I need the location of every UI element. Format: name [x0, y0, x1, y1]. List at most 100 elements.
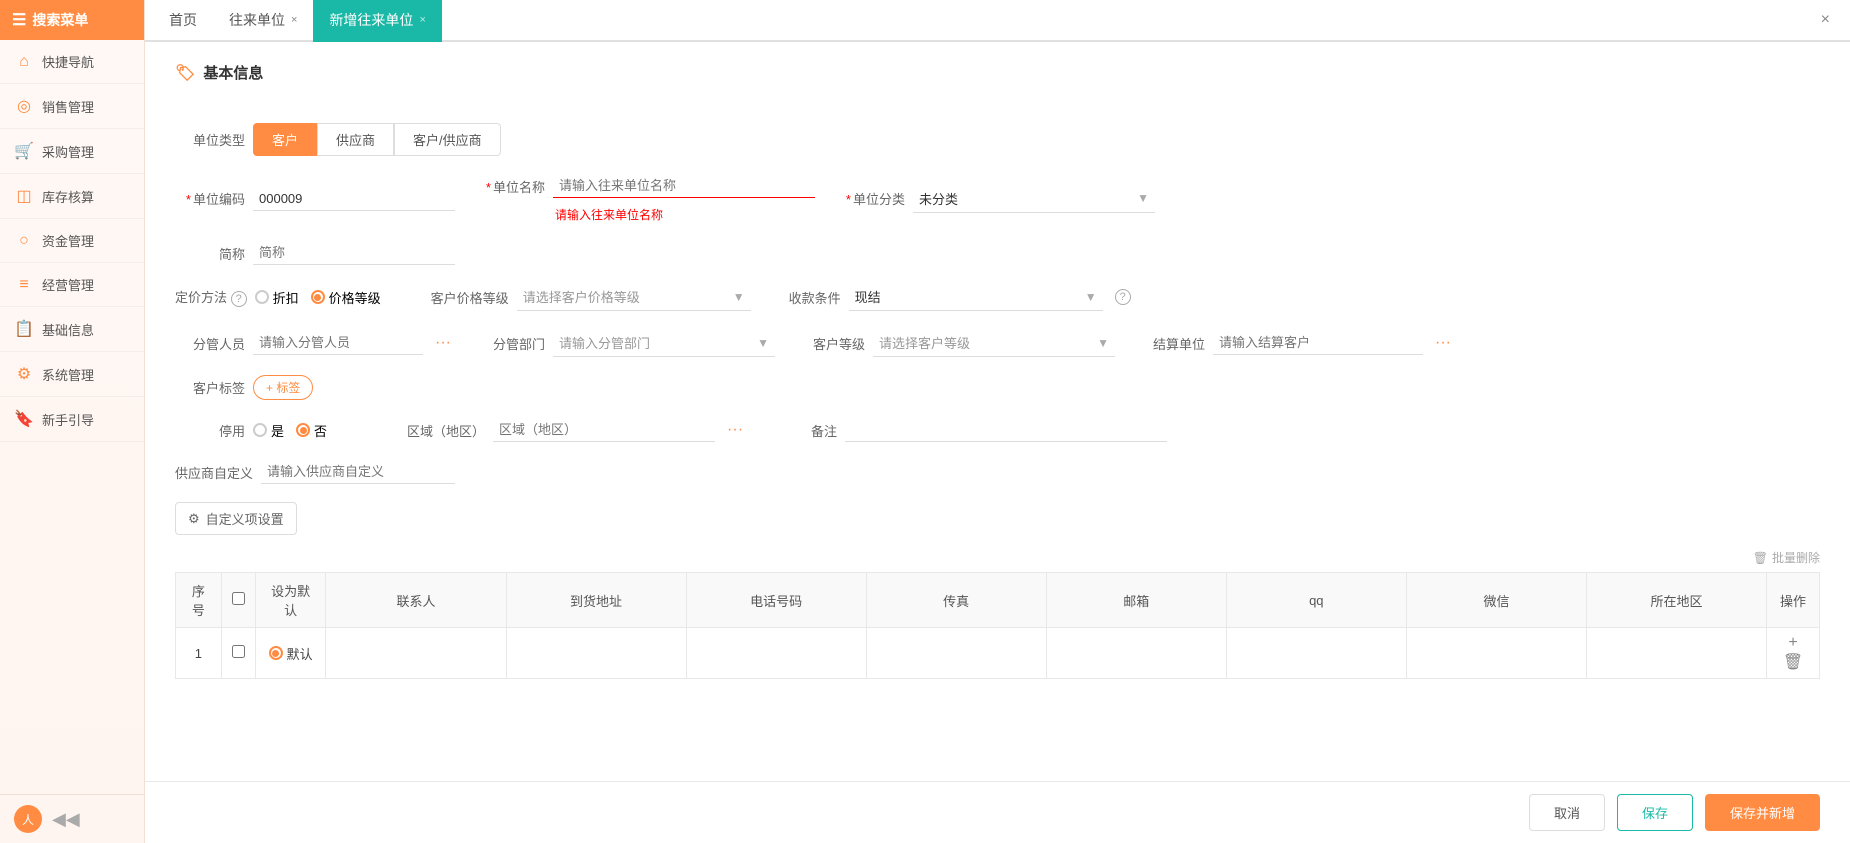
- region-label: 区域（地区）: [407, 421, 485, 440]
- customer-price-level-select[interactable]: 请选择客户价格等级 ▼: [517, 283, 751, 311]
- basic-info-icon: 📋: [14, 319, 34, 339]
- supplier-custom-input[interactable]: [261, 460, 455, 484]
- disabled-yes-label: 是: [271, 421, 284, 440]
- sidebar-item-basic-info[interactable]: 📋 基础信息: [0, 307, 144, 352]
- sidebar-item-purchase[interactable]: 🛒 采购管理: [0, 129, 144, 174]
- qq-input[interactable]: [1237, 646, 1396, 661]
- tab-party-list-close[interactable]: ×: [291, 14, 297, 26]
- sidebar-item-quick-nav[interactable]: ⌂ 快捷导航: [0, 40, 144, 84]
- contact-input[interactable]: [336, 646, 495, 661]
- row-checkbox[interactable]: [232, 645, 245, 658]
- col-wechat: 微信: [1406, 573, 1586, 628]
- type-btn-supplier[interactable]: 供应商: [317, 123, 394, 156]
- cell-region[interactable]: [1586, 628, 1766, 679]
- sidebar-item-inventory[interactable]: ◫ 库存核算: [0, 174, 144, 219]
- sidebar-bottom: 人 ◀◀: [0, 794, 144, 843]
- cell-email[interactable]: [1046, 628, 1226, 679]
- fax-input[interactable]: [877, 646, 1036, 661]
- cell-address[interactable]: [506, 628, 686, 679]
- table-region-input[interactable]: [1597, 646, 1756, 661]
- radio-disabled-no: [296, 423, 310, 437]
- type-btn-both[interactable]: 客户/供应商: [394, 123, 501, 156]
- wechat-input[interactable]: [1417, 646, 1576, 661]
- tag-add-button[interactable]: + 标签: [253, 375, 313, 400]
- custom-settings-button[interactable]: ⚙ 自定义项设置: [175, 502, 297, 535]
- sidebar-item-operations[interactable]: ≡ 经营管理: [0, 263, 144, 307]
- select-all-checkbox[interactable]: [232, 592, 245, 605]
- department-placeholder: 请输入分管部门: [559, 333, 753, 352]
- sidebar-search[interactable]: ☰ 搜索菜单: [0, 0, 144, 40]
- sidebar-item-system[interactable]: ⚙ 系统管理: [0, 352, 144, 397]
- payment-terms-help-icon[interactable]: ?: [1115, 289, 1131, 305]
- pricing-radio-level[interactable]: 价格等级: [311, 288, 381, 307]
- region-more-btn[interactable]: ···: [723, 421, 747, 439]
- chevron-down-icon-3: ▼: [1085, 290, 1097, 304]
- disabled-region-row: 停用 是 否 区域（地区） ···: [175, 418, 1820, 442]
- unit-name-error-msg: 请输入往来单位名称: [555, 208, 663, 222]
- home-icon: ⌂: [14, 53, 34, 71]
- cell-action: + 🗑: [1767, 628, 1820, 679]
- search-icon: ☰: [12, 10, 26, 30]
- tab-new-party-close[interactable]: ×: [419, 14, 425, 26]
- supplier-custom-label: 供应商自定义: [175, 463, 253, 482]
- cell-contact[interactable]: [326, 628, 506, 679]
- sidebar-bottom-extra: ◀◀: [52, 809, 80, 830]
- sidebar-label-inventory: 库存核算: [42, 187, 94, 206]
- customer-tag-row: 客户标签 + 标签: [175, 375, 1820, 400]
- main-area: 首页 往来单位 × 新增往来单位 × × 🏷 基本信息 单位类型 客户: [145, 0, 1850, 843]
- cell-qq[interactable]: [1226, 628, 1406, 679]
- unit-type-field: 单位类型 客户 供应商 客户/供应商: [175, 123, 501, 156]
- payment-terms-select[interactable]: 现结 ▼: [849, 283, 1103, 311]
- customer-price-level-label: 客户价格等级: [431, 288, 509, 307]
- col-checkbox: [221, 573, 255, 628]
- department-label: 分管部门: [475, 334, 545, 353]
- footer-bar: 取消 保存 保存并新增: [145, 781, 1850, 843]
- disabled-radio-no[interactable]: 否: [296, 421, 327, 440]
- default-radio[interactable]: [269, 646, 283, 660]
- customer-level-select[interactable]: 请选择客户等级 ▼: [873, 329, 1115, 357]
- tab-home[interactable]: 首页: [153, 0, 213, 41]
- avatar[interactable]: 人: [14, 805, 42, 833]
- short-name-input[interactable]: [253, 241, 455, 265]
- sidebar-item-finance[interactable]: ○ 资金管理: [0, 219, 144, 263]
- manager-input[interactable]: [253, 331, 423, 355]
- short-name-label: 简称: [175, 244, 245, 263]
- region-input[interactable]: [493, 418, 715, 442]
- row-add-button[interactable]: +: [1788, 634, 1797, 652]
- customer-tag-field: 客户标签 + 标签: [175, 375, 313, 400]
- pricing-label-level: 价格等级: [329, 288, 381, 307]
- type-btn-customer[interactable]: 客户: [253, 123, 317, 156]
- sidebar-item-sales[interactable]: ◎ 销售管理: [0, 84, 144, 129]
- settlement-unit-input[interactable]: [1213, 331, 1423, 355]
- tab-party-list[interactable]: 往来单位 ×: [213, 0, 313, 42]
- cell-phone[interactable]: [686, 628, 866, 679]
- pricing-help-icon[interactable]: ?: [231, 291, 247, 307]
- save-button[interactable]: 保存: [1617, 794, 1693, 831]
- cancel-button[interactable]: 取消: [1529, 794, 1605, 831]
- department-select[interactable]: 请输入分管部门 ▼: [553, 329, 775, 357]
- remark-input[interactable]: [845, 418, 1167, 442]
- settlement-unit-more-btn[interactable]: ···: [1431, 334, 1455, 352]
- tab-new-party[interactable]: 新增往来单位 ×: [313, 0, 441, 42]
- cell-fax[interactable]: [866, 628, 1046, 679]
- unit-code-input[interactable]: [253, 187, 455, 211]
- row-delete-button[interactable]: 🗑: [1783, 652, 1803, 672]
- unit-name-input[interactable]: [553, 174, 815, 198]
- tab-bar-close-all[interactable]: ×: [1809, 11, 1842, 29]
- batch-delete-button[interactable]: 🗑 批量删除: [1753, 549, 1820, 566]
- email-input[interactable]: [1057, 646, 1216, 661]
- save-new-button[interactable]: 保存并新增: [1705, 794, 1820, 831]
- address-input[interactable]: [517, 646, 676, 661]
- unit-category-select[interactable]: 未分类 ▼: [913, 185, 1155, 213]
- sidebar-search-label: 搜索菜单: [32, 10, 88, 30]
- tab-bar: 首页 往来单位 × 新增往来单位 × ×: [145, 0, 1850, 42]
- disabled-radio-yes[interactable]: 是: [253, 421, 284, 440]
- phone-input[interactable]: [697, 646, 856, 661]
- sidebar-item-guide[interactable]: 🔖 新手引导: [0, 397, 144, 442]
- radio-disabled-yes: [253, 423, 267, 437]
- cell-wechat[interactable]: [1406, 628, 1586, 679]
- inventory-icon: ◫: [14, 186, 34, 206]
- manager-more-btn[interactable]: ···: [431, 334, 455, 352]
- tab-new-party-label: 新增往来单位: [329, 10, 413, 30]
- pricing-radio-discount[interactable]: 折扣: [255, 288, 299, 307]
